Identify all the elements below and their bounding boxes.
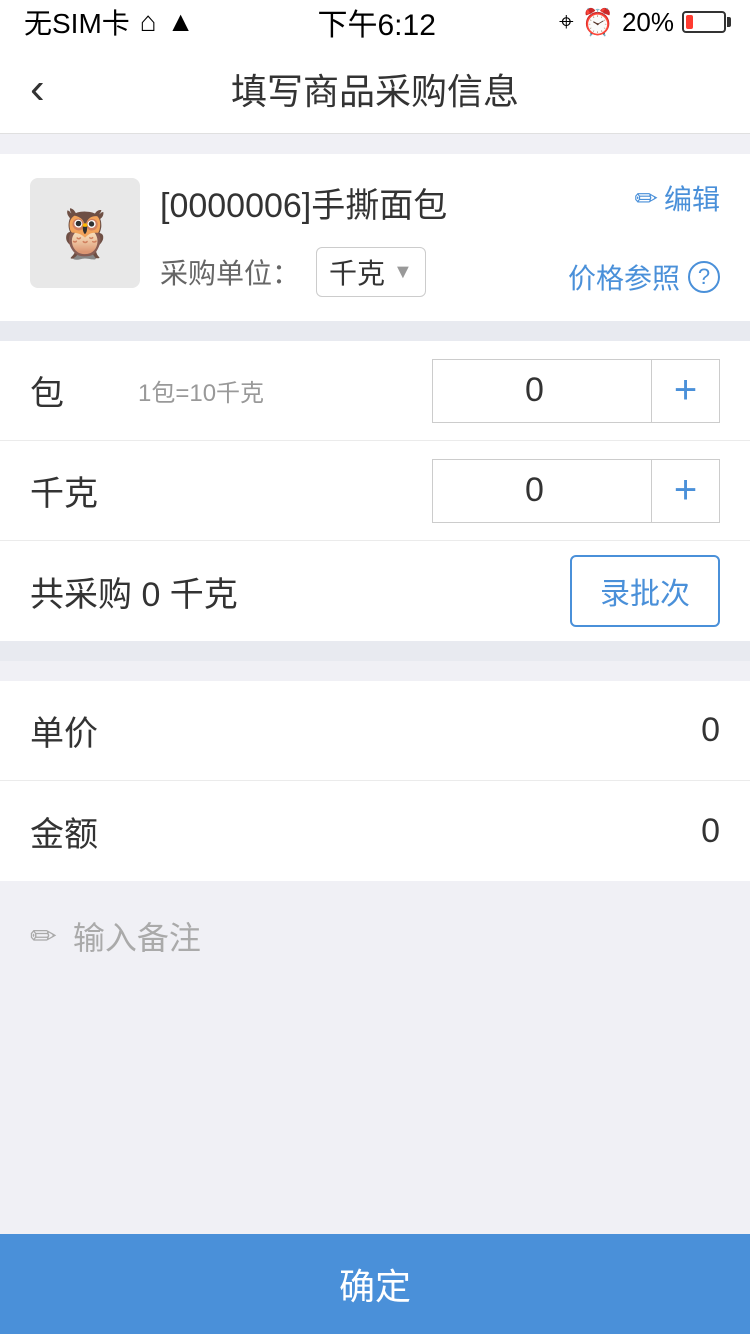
product-image: 🦉 <box>30 178 140 288</box>
unit-price-label: 单价 <box>30 706 98 755</box>
summary-text: 共采购 0 千克 <box>30 567 238 616</box>
qty-label-bao: 包 <box>30 366 130 415</box>
battery-icon <box>682 11 726 33</box>
edit-icon: ✏ <box>635 182 658 215</box>
edit-label: 编辑 <box>664 178 720 218</box>
battery-fill <box>686 15 693 29</box>
qty-row-kg: 千克 + <box>0 441 750 541</box>
wifi-signal: ▲ <box>167 6 195 38</box>
unit-price-value: 0 <box>701 711 720 750</box>
qty-sublabel-bao: 1包=10千克 <box>138 373 264 408</box>
unit-price-row: 单价 0 <box>0 681 750 781</box>
note-input[interactable]: 输入备注 <box>73 913 201 959</box>
pencil-icon: ✏ <box>30 917 57 955</box>
product-logo: 🦉 <box>55 205 115 262</box>
divider-2 <box>0 641 750 661</box>
price-ref-label: 价格参照 <box>568 257 680 297</box>
unit-label: 采购单位： <box>160 252 300 292</box>
help-icon[interactable]: ? <box>688 261 720 293</box>
qty-plus-kg[interactable]: + <box>652 459 720 523</box>
confirm-button[interactable]: 确定 <box>0 1234 750 1334</box>
edit-button[interactable]: ✏ 编辑 <box>635 178 720 218</box>
qty-plus-bao[interactable]: + <box>652 359 720 423</box>
note-section[interactable]: ✏ 输入备注 <box>0 881 750 981</box>
amount-label: 金额 <box>30 807 98 856</box>
status-right: ⌖ ⏰ 20% <box>559 6 726 38</box>
summary-row: 共采购 0 千克 录批次 <box>0 541 750 641</box>
battery-percent: 20% <box>622 7 674 38</box>
divider-1 <box>0 321 750 341</box>
qty-input-group-bao: + <box>432 359 720 423</box>
batch-button[interactable]: 录批次 <box>570 555 720 627</box>
qty-input-group-kg: + <box>432 459 720 523</box>
back-button[interactable]: ‹ <box>30 67 45 111</box>
footer-spacer <box>0 981 750 1234</box>
unit-dropdown-arrow: ▼ <box>393 261 413 284</box>
quantity-section: 包 1包=10千克 + 千克 + <box>0 341 750 541</box>
status-time: 下午6:12 <box>317 0 435 44</box>
carrier-label: 无SIM卡 <box>24 2 130 42</box>
help-label: ? <box>698 264 710 290</box>
product-card: 🦉 [0000006]手撕面包 采购单位： 千克 ▼ ✏ 编辑 价格参照 ? <box>0 154 750 321</box>
qty-input-kg[interactable] <box>432 459 652 523</box>
wifi-icon: ⌂ <box>140 6 157 38</box>
qty-row-bao: 包 1包=10千克 + <box>0 341 750 441</box>
unit-select[interactable]: 千克 ▼ <box>316 247 426 297</box>
amount-row: 金额 0 <box>0 781 750 881</box>
qty-label-kg: 千克 <box>30 466 130 515</box>
unit-value: 千克 <box>329 252 385 292</box>
qty-input-bao[interactable] <box>432 359 652 423</box>
alarm-icon: ⏰ <box>582 7 614 38</box>
location-icon: ⌖ <box>559 6 574 38</box>
nav-bar: ‹ 填写商品采购信息 <box>0 44 750 134</box>
amount-value: 0 <box>701 812 720 851</box>
status-bar: 无SIM卡 ⌂ ▲ 下午6:12 ⌖ ⏰ 20% <box>0 0 750 44</box>
price-ref-button[interactable]: 价格参照 ? <box>568 257 720 297</box>
price-section: 单价 0 金额 0 <box>0 681 750 881</box>
status-left: 无SIM卡 ⌂ ▲ <box>24 2 194 42</box>
page-title: 填写商品采购信息 <box>231 63 519 115</box>
